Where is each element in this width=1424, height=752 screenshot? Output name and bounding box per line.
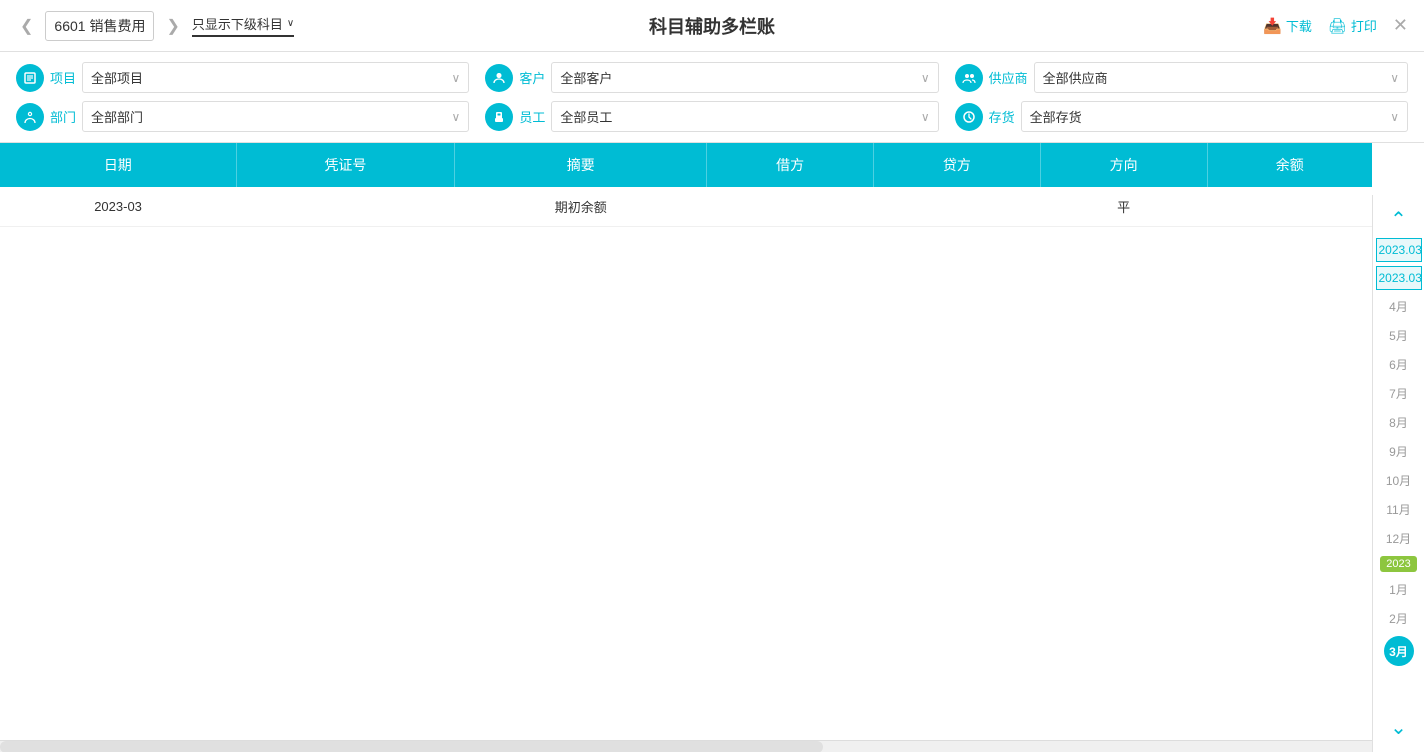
filter-row-2: 部门 全部部门 ∨ 员工 全部员工 ∨ — [16, 101, 1408, 132]
filter-dropdown-btn[interactable]: 只显示下级科目 ∨ — [192, 14, 294, 37]
account-code[interactable]: 6601 销售费用 — [45, 11, 154, 41]
main-window: ❮ 6601 销售费用 ❯ 只显示下级科目 ∨ 科目辅助多栏账 📥 下载 🖨 打… — [0, 0, 1424, 752]
supplier-select[interactable]: 全部供应商 ∨ — [1034, 62, 1408, 93]
month-10[interactable]: 10月 — [1373, 466, 1424, 495]
month-4[interactable]: 4月 — [1373, 292, 1424, 321]
title-bar: ❮ 6601 销售费用 ❯ 只显示下级科目 ∨ 科目辅助多栏账 📥 下载 🖨 打… — [0, 0, 1424, 52]
col-debit: 借方 — [707, 143, 874, 187]
cell-date: 2023-03 — [0, 187, 236, 227]
customer-select[interactable]: 全部客户 ∨ — [551, 62, 938, 93]
cell-credit — [874, 187, 1041, 227]
cell-voucher — [236, 187, 455, 227]
project-label: 项目 — [50, 68, 76, 87]
month-11[interactable]: 11月 — [1373, 495, 1424, 524]
supplier-icon — [955, 64, 983, 92]
page-title: 科目辅助多栏账 — [649, 13, 775, 39]
month-3-active[interactable]: 3月 — [1384, 636, 1414, 666]
customer-arrow: ∨ — [921, 71, 930, 85]
print-button[interactable]: 🖨 打印 — [1328, 16, 1377, 35]
month-1[interactable]: 1月 — [1373, 575, 1424, 604]
month-5[interactable]: 5月 — [1373, 321, 1424, 350]
employee-value: 全部员工 — [560, 107, 612, 126]
download-icon: 📥 — [1263, 17, 1282, 35]
panel-arrow-up[interactable]: ⌃ — [1386, 203, 1411, 236]
table-row: 2023-03 期初余额 平 — [0, 187, 1372, 227]
cell-summary: 期初余额 — [455, 187, 707, 227]
scrollbar-thumb — [0, 741, 823, 752]
month-9[interactable]: 9月 — [1373, 437, 1424, 466]
nav-left-arrow[interactable]: ❮ — [16, 14, 37, 38]
customer-icon — [485, 64, 513, 92]
department-icon — [16, 103, 44, 131]
filter-row-1: 项目 全部项目 ∨ 客户 全部客户 ∨ — [16, 62, 1408, 93]
filter-project: 项目 全部项目 ∨ — [16, 62, 469, 93]
selected-month-top-2[interactable]: 2023.03 — [1376, 266, 1422, 290]
col-balance: 余额 — [1207, 143, 1372, 187]
print-label: 打印 — [1351, 16, 1377, 35]
selected-month-top-1[interactable]: 2023.03 — [1376, 238, 1422, 262]
filter-area: 项目 全部项目 ∨ 客户 全部客户 ∨ — [0, 52, 1424, 143]
close-button[interactable]: ✕ — [1393, 15, 1408, 36]
filter-supplier: 供应商 全部供应商 ∨ — [955, 62, 1408, 93]
title-left: ❮ 6601 销售费用 ❯ 只显示下级科目 ∨ — [16, 11, 294, 41]
col-direction: 方向 — [1040, 143, 1207, 187]
inventory-arrow: ∨ — [1390, 110, 1399, 124]
download-button[interactable]: 📥 下载 — [1263, 16, 1312, 35]
download-label: 下载 — [1286, 16, 1312, 35]
inventory-icon — [955, 103, 983, 131]
year-label-2023: 2023 — [1380, 556, 1416, 572]
customer-label: 客户 — [519, 68, 545, 87]
employee-label: 员工 — [519, 107, 545, 126]
employee-select[interactable]: 全部员工 ∨ — [551, 101, 938, 132]
inventory-value: 全部存货 — [1030, 107, 1082, 126]
panel-arrow-down[interactable]: ⌄ — [1386, 711, 1411, 744]
main-content: 日期 凭证号 摘要 借方 贷方 方向 余额 2023-03 — [0, 143, 1372, 752]
col-voucher: 凭证号 — [236, 143, 455, 187]
col-credit: 贷方 — [874, 143, 1041, 187]
filter-customer: 客户 全部客户 ∨ — [485, 62, 938, 93]
department-label: 部门 — [50, 107, 76, 126]
supplier-value: 全部供应商 — [1043, 68, 1108, 87]
content-area: 日期 凭证号 摘要 借方 贷方 方向 余额 2023-03 — [0, 143, 1424, 752]
project-arrow: ∨ — [452, 71, 461, 85]
employee-icon — [485, 103, 513, 131]
month-2[interactable]: 2月 — [1373, 604, 1424, 633]
table-header-row: 日期 凭证号 摘要 借方 贷方 方向 余额 — [0, 143, 1372, 187]
title-right: 📥 下载 🖨 打印 ✕ — [1263, 15, 1408, 36]
col-summary: 摘要 — [455, 143, 707, 187]
supplier-label: 供应商 — [989, 68, 1028, 87]
project-icon — [16, 64, 44, 92]
project-value: 全部项目 — [91, 68, 143, 87]
inventory-label: 存货 — [989, 107, 1015, 126]
horizontal-scrollbar[interactable] — [0, 740, 1372, 752]
department-value: 全部部门 — [91, 107, 143, 126]
month-6[interactable]: 6月 — [1373, 350, 1424, 379]
filter-dropdown-label: 只显示下级科目 — [192, 14, 283, 33]
main-table: 日期 凭证号 摘要 借方 贷方 方向 余额 2023-03 — [0, 143, 1372, 227]
nav-right-arrow[interactable]: ❯ — [162, 14, 183, 38]
cell-direction: 平 — [1040, 187, 1207, 227]
month-7[interactable]: 7月 — [1373, 379, 1424, 408]
print-icon: 🖨 — [1328, 17, 1347, 35]
filter-employee: 员工 全部员工 ∨ — [485, 101, 938, 132]
supplier-arrow: ∨ — [1390, 71, 1399, 85]
filter-department: 部门 全部部门 ∨ — [16, 101, 469, 132]
customer-value: 全部客户 — [560, 68, 612, 87]
project-select[interactable]: 全部项目 ∨ — [82, 62, 469, 93]
table-container[interactable]: 日期 凭证号 摘要 借方 贷方 方向 余额 2023-03 — [0, 143, 1372, 740]
month-12[interactable]: 12月 — [1373, 524, 1424, 553]
inventory-select[interactable]: 全部存货 ∨ — [1021, 101, 1408, 132]
filter-inventory: 存货 全部存货 ∨ — [955, 101, 1408, 132]
filter-dropdown-arrow: ∨ — [287, 18, 294, 29]
col-date: 日期 — [0, 143, 236, 187]
right-panel: ⌃ 2023.03 2023.03 4月 5月 6月 7月 8月 9月 10月 … — [1372, 195, 1424, 752]
department-select[interactable]: 全部部门 ∨ — [82, 101, 469, 132]
cell-balance — [1207, 187, 1372, 227]
employee-arrow: ∨ — [921, 110, 930, 124]
department-arrow: ∨ — [452, 110, 461, 124]
cell-debit — [707, 187, 874, 227]
month-8[interactable]: 8月 — [1373, 408, 1424, 437]
